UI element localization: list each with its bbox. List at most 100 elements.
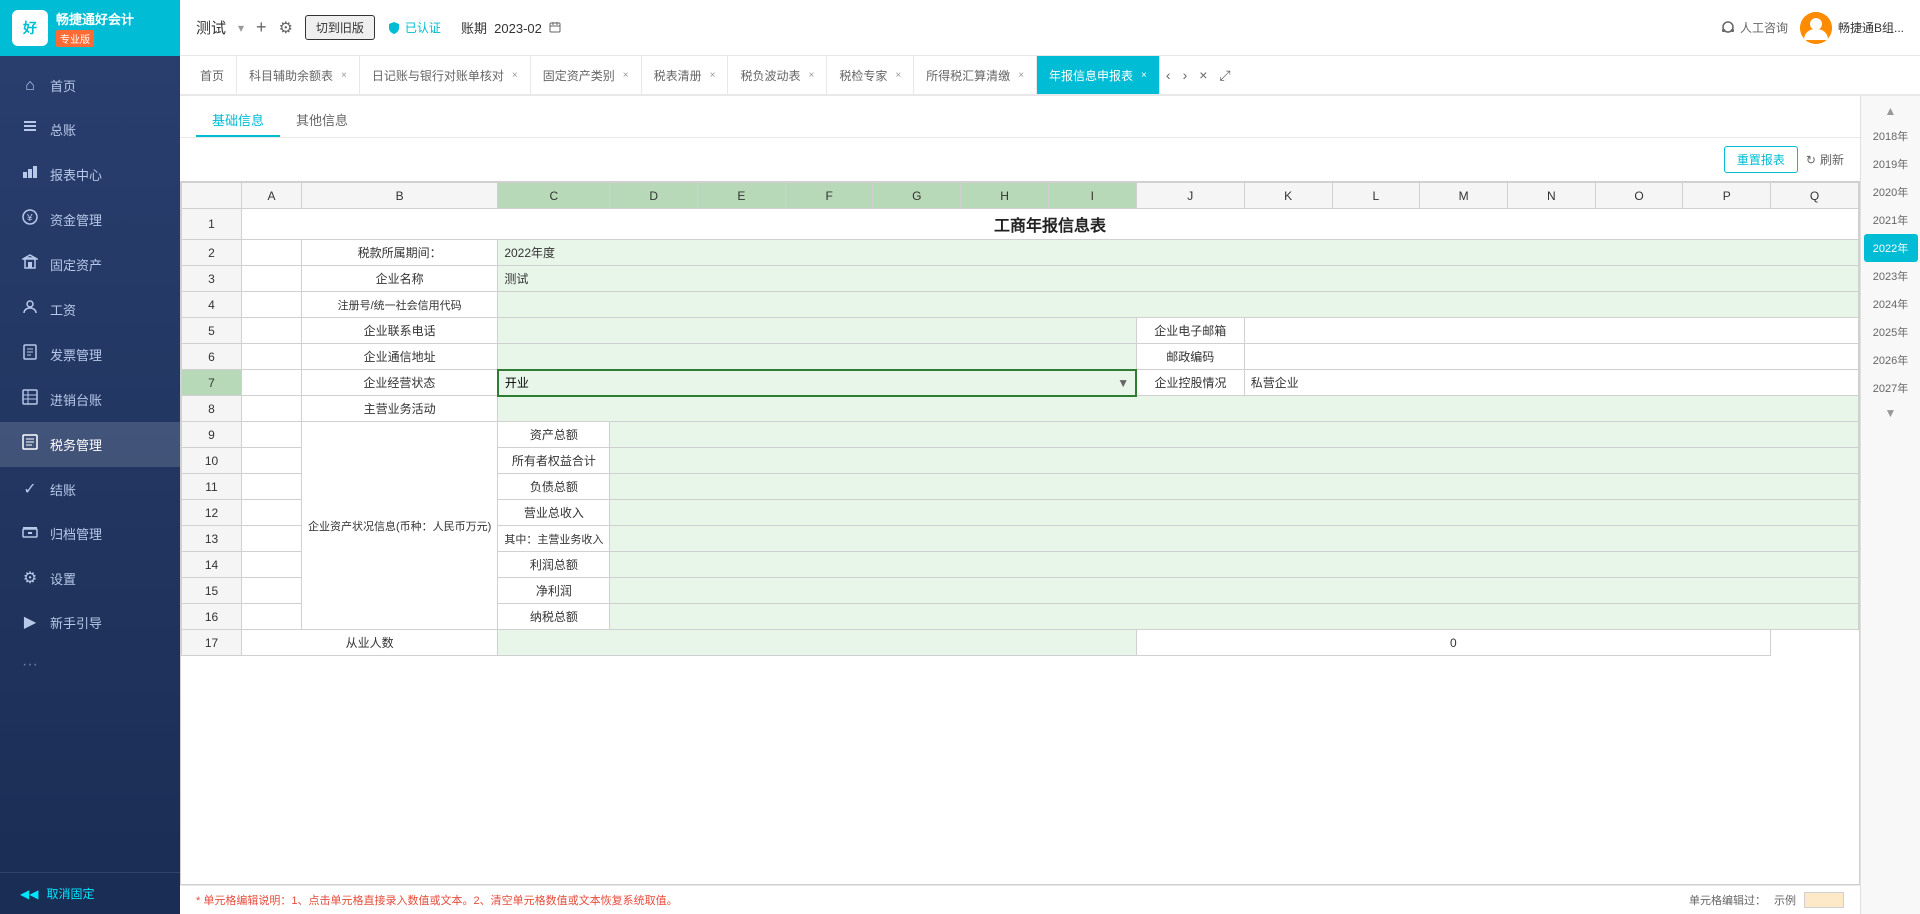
- year-2025[interactable]: 2025年: [1864, 318, 1918, 346]
- employee-count-num[interactable]: 0: [1136, 630, 1770, 656]
- year-2021[interactable]: 2021年: [1864, 206, 1918, 234]
- dropdown-arrow-icon[interactable]: ▾: [238, 21, 244, 35]
- year-2019[interactable]: 2019年: [1864, 150, 1918, 178]
- sidebar-item-invoice[interactable]: 发票管理: [0, 332, 180, 377]
- tax-period-value[interactable]: 2022年度: [498, 240, 1859, 266]
- year-2020[interactable]: 2020年: [1864, 178, 1918, 206]
- address-value[interactable]: [498, 344, 1136, 370]
- subtab-basic-info[interactable]: 基础信息: [196, 104, 280, 137]
- col-header-i[interactable]: I: [1048, 183, 1136, 209]
- year-2023[interactable]: 2023年: [1864, 262, 1918, 290]
- sidebar-item-general-ledger[interactable]: 总账: [0, 107, 180, 152]
- total-liabilities-value[interactable]: [610, 474, 1859, 500]
- sidebar-logo-text: 畅捷通好会计 专业版: [56, 9, 134, 47]
- add-tab-button[interactable]: +: [256, 17, 267, 38]
- unpin-button[interactable]: ◀◀ 取消固定: [0, 872, 180, 914]
- col-header-o[interactable]: O: [1595, 183, 1683, 209]
- employee-count-value[interactable]: [498, 630, 1136, 656]
- sidebar-item-guide[interactable]: ▶ 新手引导: [0, 600, 180, 644]
- total-tax-value[interactable]: [610, 604, 1859, 630]
- tab-close-icon[interactable]: ×: [895, 70, 901, 81]
- reset-report-button[interactable]: 重置报表: [1724, 146, 1798, 173]
- tab-next-button[interactable]: ›: [1177, 67, 1194, 83]
- net-profit-value[interactable]: [610, 578, 1859, 604]
- col-header-a[interactable]: A: [242, 183, 302, 209]
- tab-tax-fluctuation[interactable]: 税负波动表 ×: [728, 56, 827, 95]
- total-assets-value[interactable]: [610, 422, 1859, 448]
- sidebar-item-settings[interactable]: ⚙ 设置: [0, 556, 180, 600]
- tab-annual-report[interactable]: 年报信息申报表 ×: [1037, 56, 1160, 95]
- dropdown-arrow-icon[interactable]: ▼: [1117, 376, 1129, 390]
- year-2026[interactable]: 2026年: [1864, 346, 1918, 374]
- sidebar-item-archive[interactable]: 归档管理: [0, 511, 180, 556]
- refresh-button[interactable]: ↻ 刷新: [1806, 151, 1844, 168]
- company-name-value[interactable]: 测试: [498, 266, 1859, 292]
- calendar-icon[interactable]: [549, 21, 561, 33]
- service-button[interactable]: 人工咨询: [1720, 19, 1788, 36]
- sidebar-item-payroll[interactable]: 工资: [0, 287, 180, 332]
- col-header-n[interactable]: N: [1507, 183, 1595, 209]
- tab-close-icon[interactable]: ×: [1141, 70, 1147, 81]
- col-header-l[interactable]: L: [1332, 183, 1420, 209]
- sidebar-item-funds[interactable]: ¥ 资金管理: [0, 197, 180, 242]
- tab-tax-schedule[interactable]: 税表清册 ×: [642, 56, 729, 95]
- col-header-b[interactable]: B: [302, 183, 498, 209]
- sidebar-item-more[interactable]: ···: [0, 644, 180, 686]
- tab-close-icon[interactable]: ×: [623, 70, 629, 81]
- col-header-m[interactable]: M: [1420, 183, 1508, 209]
- year-panel-up-button[interactable]: ▲: [1881, 100, 1901, 122]
- col-header-e[interactable]: E: [698, 183, 786, 209]
- email-value[interactable]: [1244, 318, 1858, 344]
- sidebar-item-close-books[interactable]: ✓ 结账: [0, 467, 180, 511]
- tab-prev-button[interactable]: ‹: [1160, 67, 1177, 83]
- col-header-f[interactable]: F: [785, 183, 873, 209]
- sidebar-item-home[interactable]: ⌂ 首页: [0, 64, 180, 107]
- year-2018[interactable]: 2018年: [1864, 122, 1918, 150]
- tab-label: 税负波动表: [740, 67, 800, 84]
- tab-auxiliary-balance[interactable]: 科目辅助余额表 ×: [237, 56, 360, 95]
- total-profit-value[interactable]: [610, 552, 1859, 578]
- reg-no-value[interactable]: [498, 292, 1859, 318]
- holding-status-value[interactable]: 私营企业: [1244, 370, 1858, 396]
- tab-income-tax[interactable]: 所得税汇算清缴 ×: [914, 56, 1037, 95]
- tab-close-all-button[interactable]: ×: [1193, 67, 1213, 83]
- sidebar-item-purchase-sales[interactable]: 进销台账: [0, 377, 180, 422]
- year-2024[interactable]: 2024年: [1864, 290, 1918, 318]
- col-header-c[interactable]: C: [498, 183, 610, 209]
- sheet-title-cell[interactable]: 工商年报信息表: [242, 209, 1859, 240]
- main-revenue-value[interactable]: [610, 526, 1859, 552]
- biz-status-dropdown-cell[interactable]: 开业 ▼: [498, 370, 1136, 396]
- equity-value[interactable]: [610, 448, 1859, 474]
- tab-fixed-asset-category[interactable]: 固定资产类别 ×: [531, 56, 642, 95]
- settings-icon[interactable]: ⚙: [279, 18, 293, 38]
- postal-code-value[interactable]: [1244, 344, 1858, 370]
- year-panel-down-button[interactable]: ▼: [1881, 402, 1901, 424]
- sidebar-item-fixed-assets[interactable]: 固定资产: [0, 242, 180, 287]
- tab-home[interactable]: 首页: [188, 56, 237, 95]
- col-header-d[interactable]: D: [610, 183, 698, 209]
- total-revenue-value[interactable]: [610, 500, 1859, 526]
- tab-close-icon[interactable]: ×: [710, 70, 716, 81]
- col-header-g[interactable]: G: [873, 183, 961, 209]
- col-header-h[interactable]: H: [961, 183, 1049, 209]
- col-header-k[interactable]: K: [1244, 183, 1332, 209]
- tab-bank-reconciliation[interactable]: 日记账与银行对账单核对 ×: [360, 56, 531, 95]
- col-header-q[interactable]: Q: [1771, 183, 1859, 209]
- tab-close-icon[interactable]: ×: [808, 70, 814, 81]
- tab-tax-expert[interactable]: 税检专家 ×: [827, 56, 914, 95]
- spreadsheet-wrapper[interactable]: A B C D E F G H I J K L M: [180, 181, 1860, 885]
- phone-value[interactable]: [498, 318, 1136, 344]
- tab-close-icon[interactable]: ×: [512, 70, 518, 81]
- tab-close-icon[interactable]: ×: [1018, 70, 1024, 81]
- subtab-other-info[interactable]: 其他信息: [280, 104, 364, 137]
- col-header-j[interactable]: J: [1136, 183, 1244, 209]
- tab-expand-button[interactable]: ⤢: [1213, 67, 1236, 84]
- sidebar-item-reports[interactable]: 报表中心: [0, 152, 180, 197]
- year-2027[interactable]: 2027年: [1864, 374, 1918, 402]
- tab-close-icon[interactable]: ×: [341, 70, 347, 81]
- old-version-button[interactable]: 切到旧版: [305, 15, 375, 40]
- sidebar-item-tax[interactable]: 税务管理: [0, 422, 180, 467]
- col-header-p[interactable]: P: [1683, 183, 1771, 209]
- year-2022[interactable]: 2022年: [1864, 234, 1918, 262]
- main-biz-value[interactable]: [498, 396, 1859, 422]
